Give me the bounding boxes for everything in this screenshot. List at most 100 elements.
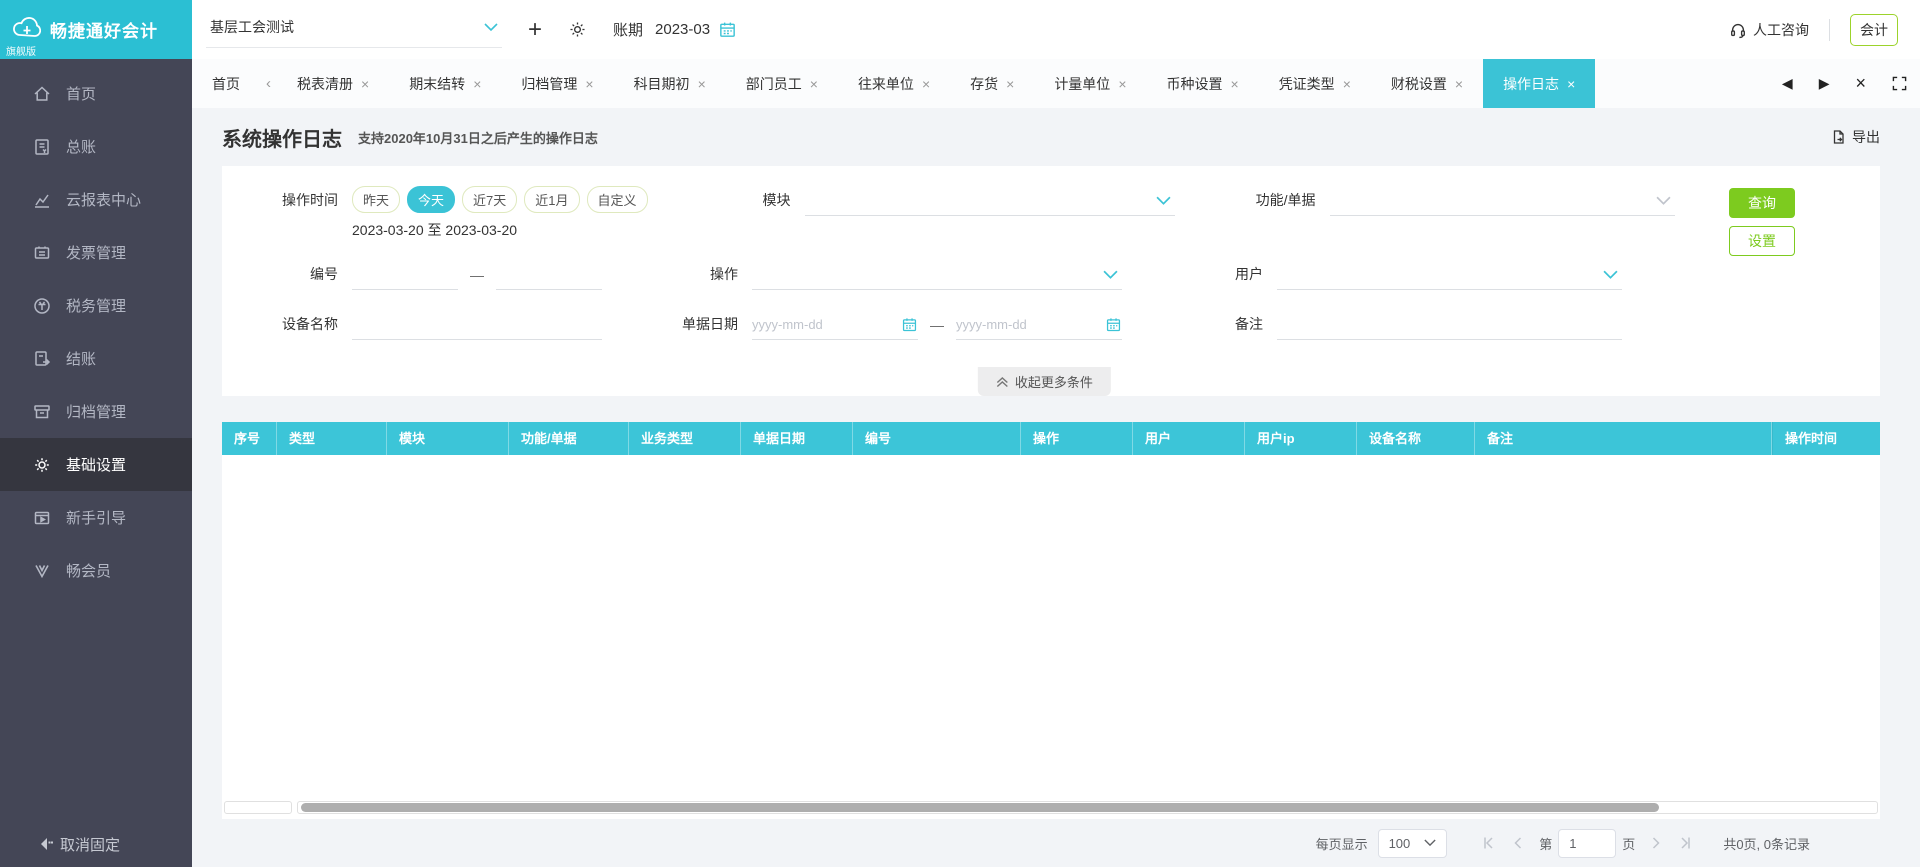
sidebar-item-beginner-guide[interactable]: 新手引导 <box>0 491 192 544</box>
tab-unit-of-measure[interactable]: 计量单位 × <box>1034 59 1146 108</box>
column-header-business-type[interactable]: 业务类型 <box>629 422 741 455</box>
tabs-scroll-prev-button[interactable]: ◀ <box>1769 75 1806 92</box>
export-button[interactable]: 导出 <box>1831 127 1880 147</box>
fullscreen-icon[interactable] <box>1879 76 1920 91</box>
doc-date-to-input[interactable]: yyyy-mm-dd <box>956 310 1122 340</box>
tab-department-staff[interactable]: 部门员工 × <box>726 59 838 108</box>
unpin-sidebar-button[interactable]: 取消固定 <box>0 821 192 867</box>
scrollbar-thumb[interactable] <box>301 803 1659 812</box>
pill-last-month[interactable]: 近1月 <box>524 186 580 213</box>
close-tab-icon[interactable]: × <box>1343 76 1351 92</box>
tab-voucher-types[interactable]: 凭证类型 × <box>1259 59 1371 108</box>
close-tab-icon[interactable]: × <box>1455 76 1463 92</box>
sidebar-item-invoice-mgmt[interactable]: 发票管理 <box>0 226 192 279</box>
calendar-icon[interactable] <box>901 316 918 333</box>
pill-custom[interactable]: 自定义 <box>586 186 648 213</box>
calendar-icon[interactable] <box>718 20 737 39</box>
sidebar-item-tax-mgmt[interactable]: 税务管理 <box>0 279 192 332</box>
app-logo[interactable]: 畅捷通好会计 旗舰版 <box>0 0 192 59</box>
tab-scroll-left-icon[interactable]: ‹ <box>260 59 277 108</box>
pill-last-7-days[interactable]: 近7天 <box>462 186 518 213</box>
column-header-type[interactable]: 类型 <box>277 422 387 455</box>
pill-today[interactable]: 今天 <box>407 186 456 213</box>
tab-archive-mgmt[interactable]: 归档管理 × <box>501 59 613 108</box>
sidebar-item-membership[interactable]: 畅会员 <box>0 544 192 597</box>
sidebar-item-general-ledger[interactable]: 总账 <box>0 120 192 173</box>
account-settings-button[interactable] <box>568 20 587 39</box>
column-header-seq[interactable]: 序号 <box>222 422 277 455</box>
tab-label: 期末结转 <box>409 75 466 92</box>
close-all-tabs-button[interactable]: × <box>1842 73 1879 94</box>
tab-period-end-carryover[interactable]: 期末结转 × <box>389 59 501 108</box>
sidebar-item-label: 畅会员 <box>66 563 112 580</box>
column-header-user-ip[interactable]: 用户ip <box>1245 422 1357 455</box>
close-tab-icon[interactable]: × <box>1231 76 1239 92</box>
tab-inventory[interactable]: 存货 × <box>950 59 1034 108</box>
search-button[interactable]: 查询 <box>1729 188 1795 218</box>
function-select[interactable] <box>1329 186 1675 216</box>
close-tab-icon[interactable]: × <box>1118 76 1126 92</box>
number-to-input[interactable] <box>496 260 602 290</box>
sidebar-item-basic-settings[interactable]: 基础设置 <box>0 438 192 491</box>
sidebar-item-home[interactable]: 首页 <box>0 67 192 120</box>
calendar-icon[interactable] <box>1105 316 1122 333</box>
number-from-input[interactable] <box>352 260 458 290</box>
filter-label-doc-date: 单据日期 <box>682 316 738 332</box>
pill-yesterday[interactable]: 昨天 <box>352 186 401 213</box>
last-page-button[interactable] <box>1671 836 1701 850</box>
support-button[interactable]: 人工咨询 <box>1729 20 1809 40</box>
column-header-module[interactable]: 模块 <box>387 422 509 455</box>
close-tab-icon[interactable]: × <box>473 76 481 92</box>
device-name-input[interactable] <box>352 310 602 340</box>
page-header: 系统操作日志 支持2020年10月31日之后产生的操作日志 导出 <box>222 108 1880 166</box>
filter-label-operation-time: 操作时间 <box>282 192 338 208</box>
tab-business-partners[interactable]: 往来单位 × <box>838 59 950 108</box>
close-tab-icon[interactable]: × <box>585 76 593 92</box>
tab-currency-settings[interactable]: 币种设置 × <box>1147 59 1259 108</box>
close-tab-icon[interactable]: × <box>810 76 818 92</box>
tab-tax-statements[interactable]: 税表清册 × <box>277 59 389 108</box>
module-select[interactable] <box>804 186 1175 216</box>
per-page-select[interactable]: 100 <box>1377 828 1448 858</box>
prev-page-button[interactable] <box>1503 836 1533 850</box>
close-tab-icon[interactable]: × <box>361 76 369 92</box>
close-tab-icon[interactable]: × <box>698 76 706 92</box>
next-page-button[interactable] <box>1641 836 1671 850</box>
remark-input[interactable] <box>1277 310 1622 340</box>
scrollbar-fixed-segment[interactable] <box>224 801 292 814</box>
user-select[interactable] <box>1277 260 1622 290</box>
tab-home[interactable]: 首页 <box>192 59 260 108</box>
total-records-text: 共0页, 0条记录 <box>1723 836 1810 852</box>
tab-account-opening[interactable]: 科目期初 × <box>614 59 726 108</box>
column-header-function[interactable]: 功能/单据 <box>509 422 629 455</box>
tab-label: 币种设置 <box>1166 75 1223 92</box>
scrollbar-track[interactable] <box>297 801 1878 814</box>
tabs-scroll-next-button[interactable]: ▶ <box>1806 75 1843 92</box>
column-header-device[interactable]: 设备名称 <box>1357 422 1475 455</box>
doc-date-from-input[interactable]: yyyy-mm-dd <box>752 310 918 340</box>
close-tab-icon[interactable]: × <box>922 76 930 92</box>
column-header-operation-time[interactable]: 操作时间 <box>1772 422 1880 455</box>
settings-button[interactable]: 设置 <box>1729 226 1795 256</box>
tab-operation-log[interactable]: 操作日志 × <box>1483 59 1596 108</box>
role-badge[interactable]: 会计 <box>1850 13 1898 46</box>
sidebar-item-closing[interactable]: 结账 <box>0 332 192 385</box>
operation-select[interactable] <box>752 260 1122 290</box>
close-tab-icon[interactable]: × <box>1567 76 1575 92</box>
page-number-input[interactable]: 1 <box>1558 828 1617 858</box>
first-page-button[interactable] <box>1473 836 1503 850</box>
column-header-operation[interactable]: 操作 <box>1021 422 1133 455</box>
tab-fiscal-settings[interactable]: 财税设置 × <box>1371 59 1483 108</box>
sidebar-item-archive-mgmt[interactable]: 归档管理 <box>0 385 192 438</box>
collapse-more-conditions-button[interactable]: 收起更多条件 <box>977 367 1111 396</box>
account-name: 基层工会测试 <box>210 19 294 35</box>
close-tab-icon[interactable]: × <box>1006 76 1014 92</box>
add-account-set-button[interactable]: + <box>528 17 542 42</box>
sidebar-item-cloud-reports[interactable]: 云报表中心 <box>0 173 192 226</box>
column-header-user[interactable]: 用户 <box>1133 422 1245 455</box>
column-header-doc-date[interactable]: 单据日期 <box>741 422 853 455</box>
column-header-number[interactable]: 编号 <box>853 422 1021 455</box>
column-header-remark[interactable]: 备注 <box>1475 422 1772 455</box>
brand-edition: 旗舰版 <box>6 47 36 58</box>
account-selector[interactable]: 基层工会测试 <box>206 11 502 48</box>
